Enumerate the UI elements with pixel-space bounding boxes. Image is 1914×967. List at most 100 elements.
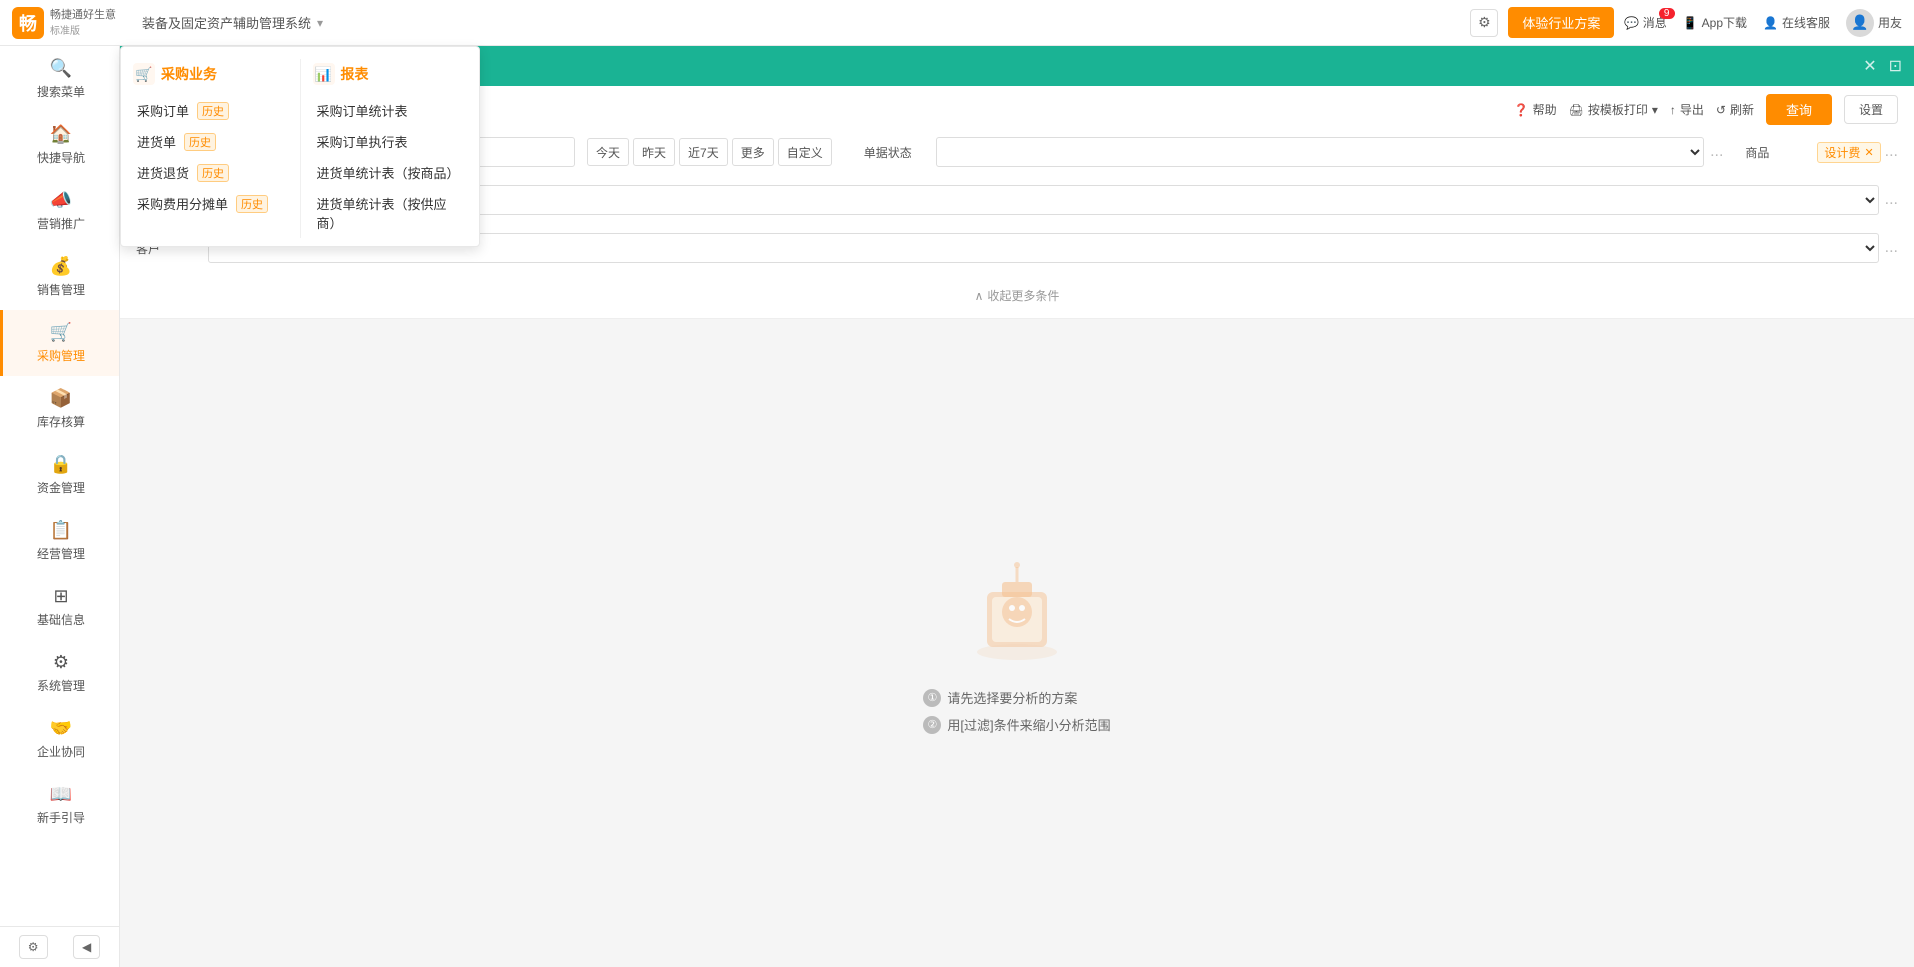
quick-yesterday[interactable]: 昨天 [633,138,675,166]
online-service-item[interactable]: 👤 在线客服 [1763,14,1830,31]
sidebar-item-sales[interactable]: 💰 销售管理 [0,244,119,310]
dropdown-cols: 🛒 采购业务 采购订单 历史 进货单 历史 进货退货 历史 采购费用分摊单 历史 [121,59,479,238]
quick-custom[interactable]: 自定义 [778,138,832,166]
goods-return-label: 进货退货 [137,163,189,182]
sidebar-item-marketing[interactable]: 📣 营销推广 [0,178,119,244]
goods-return-history[interactable]: 历史 [197,164,229,182]
logo-text-area: 畅捷通好生意 标准版 [50,8,116,37]
refresh-btn[interactable]: ↺ 刷新 [1716,101,1754,118]
search-icon: 🔍 [50,58,72,79]
footer-settings-btn[interactable]: ⚙ [19,935,48,959]
tip-num-2: ② [923,716,941,734]
footer-collapse-btn[interactable]: ◀ [73,935,100,959]
sales-icon: 💰 [50,256,72,277]
tab-restore-btn[interactable]: ⊡ [1885,52,1906,80]
finance-icon: 🔒 [50,454,72,475]
goods-receipt-history[interactable]: 历史 [184,133,216,151]
sidebar-item-system[interactable]: ⚙ 系统管理 [0,640,119,706]
purchase-fee-history[interactable]: 历史 [236,195,268,213]
purchase-fee-label: 采购费用分摊单 [137,194,228,213]
sidebar-item-purchase[interactable]: 🛒 采购管理 [0,310,119,376]
salesman-dots[interactable]: ... [1885,191,1898,209]
status-select[interactable] [936,137,1704,167]
dropdown-goods-return[interactable]: 进货退货 历史 [133,157,288,188]
customer-dots[interactable]: ... [1885,239,1898,257]
dropdown-goods-receipt[interactable]: 进货单 历史 [133,126,288,157]
user-avatar: 👤 [1846,9,1874,37]
print-btn[interactable]: 🖨 按模板打印 ▾ [1569,101,1658,118]
sidebar-item-enterprise[interactable]: 🤝 企业协同 [0,706,119,772]
purchase-col: 🛒 采购业务 采购订单 历史 进货单 历史 进货退货 历史 采购费用分摊单 历史 [121,59,300,238]
sidebar-item-search[interactable]: 🔍 搜索菜单 [0,46,119,112]
sidebar-item-inventory[interactable]: 📦 库存核算 [0,376,119,442]
sidebar: 🔍 搜索菜单 🏠 快捷导航 📣 营销推广 💰 销售管理 🛒 采购管理 📦 库存核… [0,46,120,967]
quick-dates: 今天 昨天 近7天 更多 自定义 [587,138,832,166]
settings-btn[interactable]: ⚙ [1470,9,1498,37]
settings-filter-btn[interactable]: 设置 [1844,95,1898,124]
dropdown-goods-stats-by-supplier[interactable]: 进货单统计表（按供应商） [313,188,468,238]
goods-dots[interactable]: ... [1885,143,1898,161]
sidebar-item-quick-nav[interactable]: 🏠 快捷导航 [0,112,119,178]
sidebar-item-newbie[interactable]: 📖 新手引导 [0,772,119,838]
collapse-label: 收起更多条件 [987,287,1059,304]
empty-tips: ① 请先选择要分析的方案 ② 用[过滤]条件来缩小分析范围 [923,688,1110,734]
sidebar-item-operation[interactable]: 📋 经营管理 [0,508,119,574]
goods-tag-close[interactable]: ✕ [1864,146,1873,159]
system-title: 装备及固定资产辅助管理系统 [142,13,311,32]
refresh-label: 刷新 [1730,101,1754,118]
system-icon: ⚙ [53,652,69,673]
goods-label: 商品 [1745,144,1805,161]
system-dropdown-btn[interactable]: ▾ [317,16,323,30]
user-item[interactable]: 👤 用友 [1846,9,1902,37]
goods-tag-text: 设计费 [1824,144,1860,161]
collapse-row[interactable]: ∧ 收起更多条件 [136,281,1898,310]
dropdown-purchase-order[interactable]: 采购订单 历史 [133,95,288,126]
print-icon: 🖨 [1569,103,1584,117]
sidebar-label-sales: 销售管理 [37,281,85,298]
sidebar-label-enterprise: 企业协同 [37,743,85,760]
purchase-order-history[interactable]: 历史 [197,102,229,120]
sidebar-label-quick-nav: 快捷导航 [37,149,85,166]
industry-btn[interactable]: 体验行业方案 [1508,7,1614,38]
app-download-item[interactable]: 📱 App下载 [1683,14,1747,31]
print-label: 按模板打印 [1588,101,1648,118]
purchase-col-title-text: 采购业务 [161,64,217,84]
logo-badge: 标准版 [50,22,116,37]
phone-icon: 📱 [1683,16,1698,30]
dropdown-purchase-order-exec[interactable]: 采购订单执行表 [313,126,468,157]
newbie-icon: 📖 [50,784,72,805]
sidebar-label-purchase: 采购管理 [37,347,85,364]
salesman-select[interactable] [471,185,1878,215]
purchase-order-label: 采购订单 [137,101,189,120]
dropdown-purchase-order-stats[interactable]: 采购订单统计表 [313,95,468,126]
tab-close-all-btn[interactable]: ✕ [1859,52,1880,80]
online-service-label: 在线客服 [1782,14,1830,31]
dropdown-purchase-fee[interactable]: 采购费用分摊单 历史 [133,188,288,219]
purchase-order-stats-label: 采购订单统计表 [317,101,408,120]
notification-count: 9 [1659,8,1675,19]
sidebar-item-finance[interactable]: 🔒 资金管理 [0,442,119,508]
help-label: 帮助 [1533,101,1557,118]
refresh-icon: ↺ [1716,103,1726,117]
tip-num-1: ① [923,689,941,707]
quick-more[interactable]: 更多 [732,138,774,166]
top-header: 畅 畅捷通好生意 标准版 装备及固定资产辅助管理系统 ▾ ⚙ 体验行业方案 💬 … [0,0,1914,46]
query-btn[interactable]: 查询 [1766,94,1832,125]
tip-text-1: 请先选择要分析的方案 [947,688,1077,707]
quick-7days[interactable]: 近7天 [679,138,728,166]
logo-text: 畅捷通好生意 [50,8,116,22]
empty-tip-2: ② 用[过滤]条件来缩小分析范围 [923,715,1110,734]
help-btn[interactable]: ❓ 帮助 [1514,101,1557,118]
help-icon: ❓ [1514,103,1529,117]
dropdown-goods-stats-by-goods[interactable]: 进货单统计表（按商品） [313,157,468,188]
tab-right-btns: ✕ ⊡ [1859,52,1914,80]
status-dots[interactable]: ... [1710,143,1723,161]
notification-item[interactable]: 💬 消息 9 [1624,14,1666,31]
quick-today[interactable]: 今天 [587,138,629,166]
export-btn[interactable]: ↑ 导出 [1670,101,1704,118]
operation-icon: 📋 [50,520,72,541]
sidebar-label-newbie: 新手引导 [37,809,85,826]
sidebar-item-basic[interactable]: ⊞ 基础信息 [0,574,119,640]
tip-text-2: 用[过滤]条件来缩小分析范围 [947,715,1110,734]
purchase-col-icon: 🛒 [133,63,155,85]
